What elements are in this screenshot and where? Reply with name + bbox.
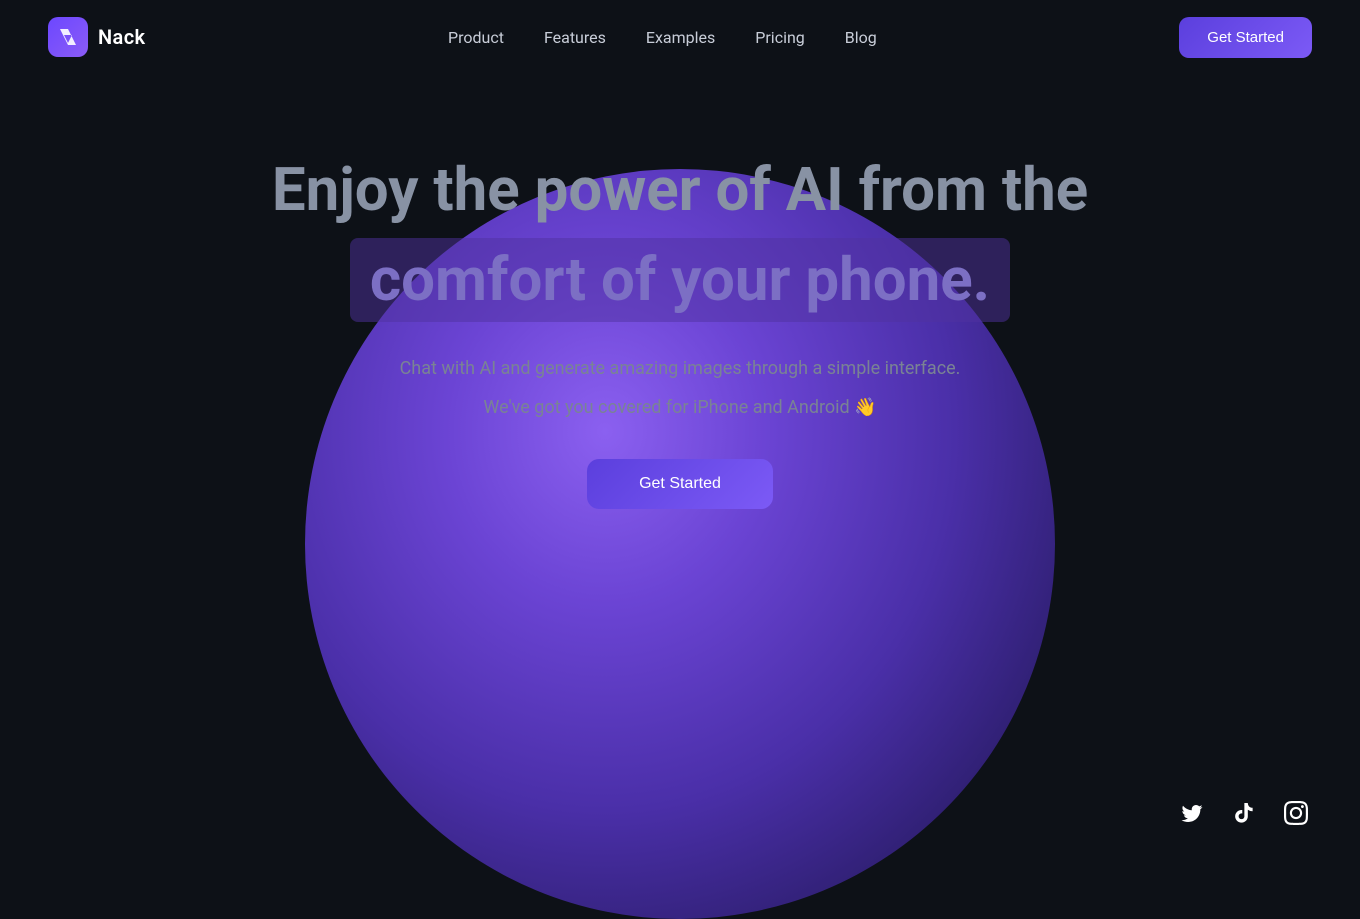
instagram-svg <box>1284 801 1308 825</box>
nav-link-pricing[interactable]: Pricing <box>755 28 805 47</box>
hero-title-line1: Enjoy the power of AI from the <box>272 154 1088 226</box>
hero-subtitle-line2: We've got you covered for iPhone and And… <box>483 393 876 424</box>
nav-item-examples[interactable]: Examples <box>646 28 715 47</box>
nav-link-blog[interactable]: Blog <box>845 28 877 47</box>
nav-get-started-button[interactable]: Get Started <box>1179 17 1312 58</box>
hero-title-highlight: comfort of your phone. <box>350 238 1010 322</box>
nav-item-features[interactable]: Features <box>544 28 606 47</box>
nav-link-examples[interactable]: Examples <box>646 28 715 47</box>
nack-logo-svg <box>56 25 80 49</box>
twitter-icon[interactable] <box>1176 797 1208 829</box>
nav-item-pricing[interactable]: Pricing <box>755 28 805 47</box>
nav-item-product[interactable]: Product <box>448 28 504 47</box>
twitter-svg <box>1180 801 1204 825</box>
brand-name: Nack <box>98 25 145 49</box>
instagram-icon[interactable] <box>1280 797 1312 829</box>
nav-item-blog[interactable]: Blog <box>845 28 877 47</box>
hero-title-line2: comfort of your phone. <box>370 244 990 316</box>
nav-links: Product Features Examples Pricing Blog <box>448 28 877 47</box>
nav-link-product[interactable]: Product <box>448 28 504 47</box>
nav-link-features[interactable]: Features <box>544 28 606 47</box>
hero-section: Enjoy the power of AI from the comfort o… <box>0 74 1360 509</box>
tiktok-svg <box>1232 801 1256 825</box>
tiktok-icon[interactable] <box>1228 797 1260 829</box>
navbar: Nack Product Features Examples Pricing B… <box>0 0 1360 74</box>
social-icons <box>1176 797 1312 829</box>
logo-icon <box>48 17 88 57</box>
hero-subtitle-line1: Chat with AI and generate amazing images… <box>400 354 961 385</box>
hero-get-started-button[interactable]: Get Started <box>587 459 773 509</box>
logo[interactable]: Nack <box>48 17 145 57</box>
